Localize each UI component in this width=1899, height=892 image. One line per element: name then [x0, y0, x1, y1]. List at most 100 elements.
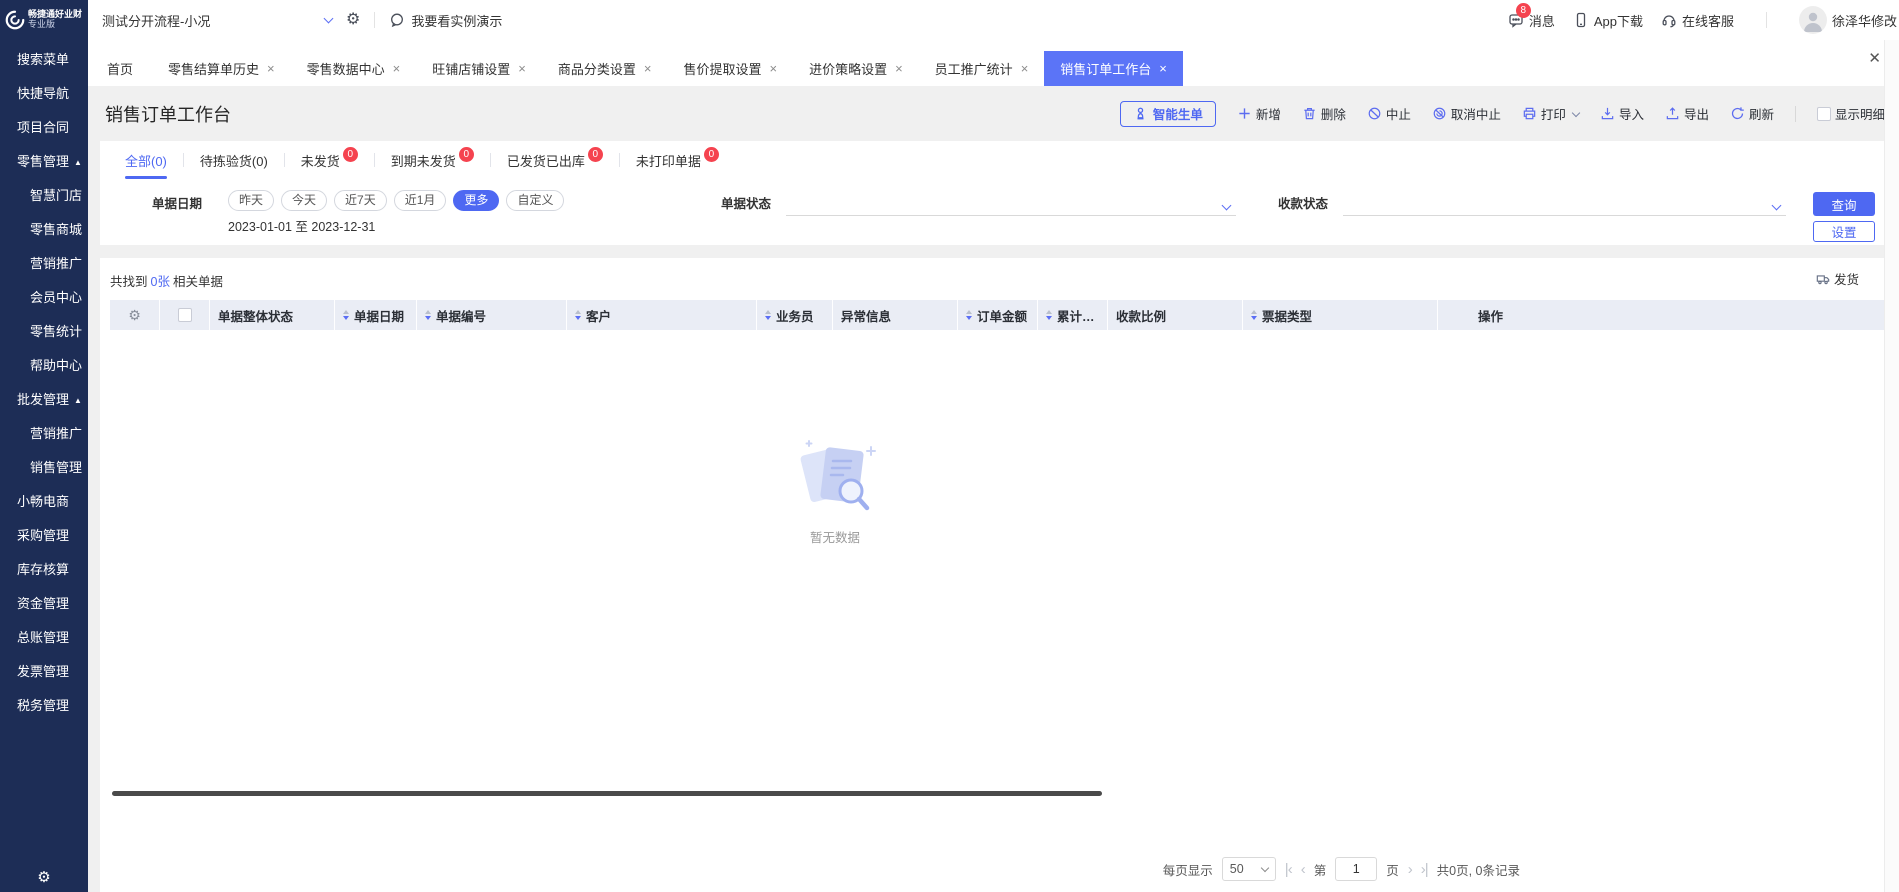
- sidebar-item[interactable]: 营销推广▲: [0, 417, 88, 451]
- sidebar-item[interactable]: 批发管理 ▲: [0, 383, 88, 417]
- status-filter-tab[interactable]: 全部(0): [125, 151, 200, 179]
- table-column-header[interactable]: ⚙ 单据日期: [335, 300, 417, 330]
- user-menu[interactable]: 徐泽华修改: [1798, 6, 1897, 34]
- ship-link[interactable]: 发货: [1816, 269, 1859, 288]
- sidebar-item[interactable]: 零售管理 ▲: [0, 145, 88, 179]
- quick-date-pill[interactable]: 昨天: [228, 190, 275, 211]
- quick-date-pill[interactable]: 近1月: [393, 190, 447, 211]
- table-column-header[interactable]: ⚙: [110, 300, 160, 330]
- next-page-button[interactable]: ›: [1408, 862, 1413, 877]
- tab-close-icon[interactable]: ×: [1159, 62, 1167, 75]
- column-settings-gear-icon[interactable]: ⚙: [128, 307, 141, 324]
- sort-icon[interactable]: [1046, 310, 1052, 320]
- workspace-tab[interactable]: 零售数据中心 ×: [291, 51, 417, 86]
- sidebar-item[interactable]: 总账管理▲: [0, 621, 88, 655]
- sidebar-item[interactable]: 税务管理▲: [0, 689, 88, 723]
- sort-icon[interactable]: [1251, 310, 1257, 320]
- status-filter-tab[interactable]: 待拣验货(0): [200, 151, 301, 176]
- last-page-button[interactable]: ›|: [1421, 862, 1429, 877]
- tab-close-icon[interactable]: ×: [1021, 62, 1029, 75]
- sidebar-settings-gear-icon[interactable]: ⚙: [0, 868, 88, 886]
- status-filter-tab[interactable]: 未打印单据 0: [636, 146, 719, 176]
- sidebar-item[interactable]: 快捷导航▲: [0, 77, 88, 111]
- tab-close-icon[interactable]: ×: [644, 62, 652, 75]
- workspace-tab[interactable]: 零售结算单历史 ×: [152, 51, 291, 86]
- table-column-header[interactable]: ⚙ 累计收款...: [1038, 300, 1108, 330]
- status-filter-tab[interactable]: 到期未发货 0: [391, 146, 507, 176]
- sidebar-item[interactable]: 发票管理▲: [0, 655, 88, 689]
- tab-close-icon[interactable]: ×: [518, 62, 526, 75]
- sort-icon[interactable]: [966, 310, 972, 320]
- org-selector-dropdown[interactable]: 测试分开流程-小况: [102, 11, 334, 30]
- show-detail-toggle[interactable]: 显示明细: [1816, 104, 1885, 123]
- table-column-header[interactable]: ⚙ 异常信息: [833, 300, 958, 330]
- sidebar-item[interactable]: 搜索菜单▲: [0, 43, 88, 77]
- payment-status-select[interactable]: [1343, 190, 1787, 216]
- export-button[interactable]: 导出: [1665, 104, 1709, 123]
- sort-icon[interactable]: [765, 310, 771, 320]
- tabbar-close-icon[interactable]: ✕: [1868, 49, 1881, 67]
- tab-close-icon[interactable]: ×: [895, 62, 903, 75]
- sidebar-item[interactable]: 小畅电商▲: [0, 485, 88, 519]
- workspace-tab[interactable]: 售价提取设置 ×: [667, 51, 793, 86]
- add-button[interactable]: 新增: [1237, 104, 1281, 123]
- refresh-button[interactable]: 刷新: [1730, 104, 1774, 123]
- sort-icon[interactable]: [575, 310, 581, 320]
- sidebar-item[interactable]: 采购管理▲: [0, 519, 88, 553]
- quick-date-pill[interactable]: 近7天: [334, 190, 387, 211]
- settings-gear-icon[interactable]: ⚙: [346, 12, 360, 28]
- page-size-select[interactable]: 50: [1221, 857, 1276, 881]
- sidebar-item[interactable]: 营销推广▲: [0, 247, 88, 281]
- select-all-checkbox[interactable]: [177, 308, 192, 322]
- sidebar-item[interactable]: 智慧门店▲: [0, 179, 88, 213]
- settings-button[interactable]: 设置: [1813, 221, 1875, 242]
- table-column-header[interactable]: ⚙ 票据类型: [1243, 300, 1438, 330]
- messages-button[interactable]: 消息 8: [1508, 2, 1555, 30]
- sidebar-item[interactable]: 项目合同▲: [0, 111, 88, 145]
- workspace-tab[interactable]: 旺铺店铺设置 ×: [416, 51, 542, 86]
- status-filter-tab[interactable]: 未发货 0: [301, 146, 391, 176]
- delete-button[interactable]: 删除: [1302, 104, 1346, 123]
- sort-icon[interactable]: [425, 310, 431, 320]
- print-button[interactable]: 打印: [1522, 104, 1581, 123]
- sidebar-item[interactable]: 会员中心▲: [0, 281, 88, 315]
- date-range-value[interactable]: 2023-01-01 至 2023-12-31: [228, 216, 564, 235]
- horizontal-scrollbar[interactable]: [112, 791, 1102, 796]
- table-column-header[interactable]: ⚙ 订单金额: [958, 300, 1038, 330]
- first-page-button[interactable]: |‹: [1285, 862, 1293, 877]
- demo-link[interactable]: 我要看实例演示: [389, 11, 502, 30]
- sort-icon[interactable]: [343, 310, 349, 320]
- prev-page-button[interactable]: ‹: [1301, 862, 1306, 877]
- show-detail-checkbox[interactable]: [1816, 106, 1831, 121]
- sidebar-item[interactable]: 销售管理▲: [0, 451, 88, 485]
- sidebar-item[interactable]: 零售商城▲: [0, 213, 88, 247]
- online-service-button[interactable]: 在线客服: [1661, 11, 1734, 30]
- workspace-tab[interactable]: 首页 ×: [88, 51, 152, 86]
- search-button[interactable]: 查询: [1813, 192, 1875, 216]
- sidebar-item[interactable]: 资金管理▲: [0, 587, 88, 621]
- app-download-button[interactable]: App下载: [1573, 11, 1643, 30]
- workspace-tab[interactable]: 销售订单工作台 ×: [1044, 51, 1183, 86]
- table-column-header[interactable]: ⚙ 业务员: [757, 300, 833, 330]
- workspace-tab[interactable]: 商品分类设置 ×: [542, 51, 668, 86]
- vertical-scrollbar-track[interactable]: [1884, 40, 1899, 892]
- quick-date-pill[interactable]: 更多: [453, 190, 500, 211]
- workspace-tab[interactable]: 员工推广统计 ×: [919, 51, 1045, 86]
- table-column-header[interactable]: ⚙ 操作: [1438, 300, 1884, 330]
- tab-close-icon[interactable]: ×: [393, 62, 401, 75]
- table-column-header[interactable]: ⚙: [160, 300, 210, 330]
- table-column-header[interactable]: ⚙ 收款比例: [1108, 300, 1243, 330]
- table-column-header[interactable]: ⚙ 单据编号: [417, 300, 567, 330]
- sidebar-item[interactable]: 库存核算▲: [0, 553, 88, 587]
- table-column-header[interactable]: ⚙ 客户: [567, 300, 757, 330]
- status-filter-tab[interactable]: 已发货已出库 0: [507, 146, 636, 176]
- import-button[interactable]: 导入: [1600, 104, 1644, 123]
- cancel-abort-button[interactable]: 取消中止: [1432, 104, 1501, 123]
- abort-button[interactable]: 中止: [1367, 104, 1411, 123]
- quick-date-pill[interactable]: 今天: [281, 190, 328, 211]
- tab-close-icon[interactable]: ×: [769, 62, 777, 75]
- workspace-tab[interactable]: 进价策略设置 ×: [793, 51, 919, 86]
- sidebar-item[interactable]: 帮助中心▲: [0, 349, 88, 383]
- table-column-header[interactable]: ⚙ 单据整体状态: [210, 300, 335, 330]
- tab-close-icon[interactable]: ×: [267, 62, 275, 75]
